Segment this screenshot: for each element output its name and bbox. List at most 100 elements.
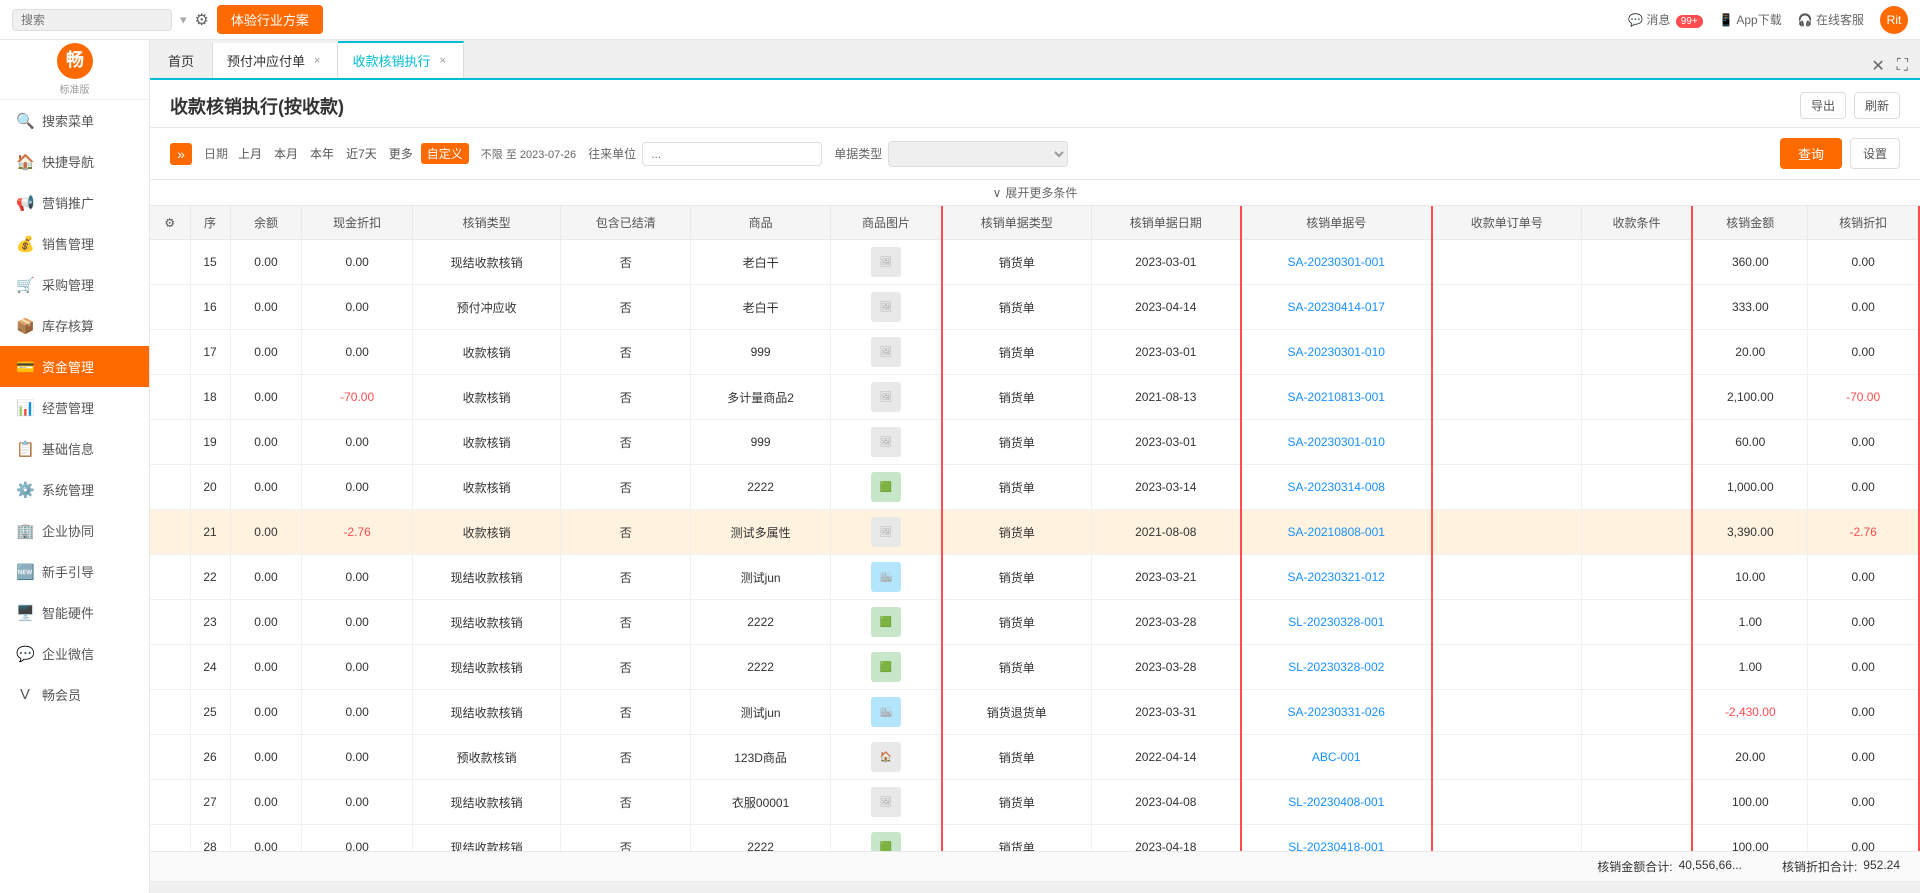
sidebar-item-member[interactable]: V畅会员 xyxy=(0,674,149,715)
bill-no-link[interactable]: SA-20230331-026 xyxy=(1288,705,1385,719)
sidebar-item-hardware[interactable]: 🖥️智能硬件 xyxy=(0,592,149,633)
cell-writeoff-bill-no[interactable]: SA-20230331-026 xyxy=(1241,690,1432,735)
bill-no-link[interactable]: SL-20230408-001 xyxy=(1288,795,1384,809)
date-this-year[interactable]: 本年 xyxy=(306,143,338,164)
cell-writeoff-bill-no[interactable]: SL-20230328-002 xyxy=(1241,645,1432,690)
bill-no-link[interactable]: SA-20230301-010 xyxy=(1288,345,1385,359)
sidebar-item-search[interactable]: 🔍搜索菜单 xyxy=(0,100,149,141)
sidebar-item-marketing[interactable]: 📢营销推广 xyxy=(0,182,149,223)
export-button[interactable]: 导出 xyxy=(1800,92,1846,119)
th-settings[interactable]: ⚙ xyxy=(150,206,190,240)
settings-button[interactable]: 设置 xyxy=(1850,138,1900,169)
voucher-type-select[interactable] xyxy=(888,141,1068,167)
avatar[interactable]: Rit xyxy=(1880,6,1908,34)
sidebar-item-basic[interactable]: 📋基础信息 xyxy=(0,428,149,469)
tab-maximize[interactable]: ⛶ xyxy=(1893,55,1912,77)
counterparty-input[interactable] xyxy=(642,142,822,166)
dropdown-arrow[interactable]: ▾ xyxy=(180,12,187,28)
sidebar-item-management[interactable]: 📊经营管理 xyxy=(0,387,149,428)
table-body: 15 0.00 0.00 现结收款核销 否 老白干 🖼 销货单 2023-03-… xyxy=(150,240,1919,852)
table-container[interactable]: ⚙ 序 余额 现金折扣 核销类型 包含已结清 商品 商品图片 核销单据类型 核销… xyxy=(150,206,1920,851)
date-custom[interactable]: 自定义 xyxy=(421,143,469,164)
cell-receipt-order-no xyxy=(1432,825,1582,852)
cell-writeoff-bill-no[interactable]: SL-20230418-001 xyxy=(1241,825,1432,852)
cell-writeoff-bill-no[interactable]: SL-20230328-001 xyxy=(1241,600,1432,645)
bill-no-link[interactable]: SL-20230328-002 xyxy=(1288,660,1384,674)
tab-write-off-close[interactable]: × xyxy=(436,54,448,68)
bill-no-link[interactable]: SA-20230414-017 xyxy=(1288,300,1385,314)
refresh-button[interactable]: 刷新 xyxy=(1854,92,1900,119)
sidebar-item-finance[interactable]: 💳资金管理 xyxy=(0,346,149,387)
cell-writeoff-bill-no[interactable]: SL-20230408-001 xyxy=(1241,780,1432,825)
expand-more-button[interactable]: ∨ 展开更多条件 xyxy=(993,184,1078,201)
cell-writeoff-discount: 0.00 xyxy=(1808,735,1919,780)
sidebar-item-enterprise[interactable]: 🏢企业协同 xyxy=(0,510,149,551)
th-no: 序 xyxy=(190,206,230,240)
industry-button[interactable]: 体验行业方案 xyxy=(217,5,323,34)
cell-goods-img: 🖼 xyxy=(831,285,942,330)
tab-prepaid[interactable]: 预付冲应付单 × xyxy=(213,43,338,78)
cell-receipt-order-no xyxy=(1432,375,1582,420)
date-7days[interactable]: 近7天 xyxy=(342,143,381,164)
cell-balance: 0.00 xyxy=(230,825,302,852)
cell-receipt-order-no xyxy=(1432,690,1582,735)
cell-writeoff-bill-type: 销货单 xyxy=(942,645,1092,690)
sidebar-item-sales[interactable]: 💰销售管理 xyxy=(0,223,149,264)
app-download[interactable]: 📱 App下载 xyxy=(1719,11,1782,28)
cell-writeoff-bill-no[interactable]: SA-20230314-008 xyxy=(1241,465,1432,510)
cell-writeoff-bill-no[interactable]: SA-20230301-010 xyxy=(1241,330,1432,375)
bill-no-link[interactable]: SA-20230301-010 xyxy=(1288,435,1385,449)
message-icon[interactable]: 💬 消息 99+ xyxy=(1628,11,1703,28)
cell-receipt-order-no xyxy=(1432,555,1582,600)
cell-write-off-type: 现结收款核销 xyxy=(412,645,561,690)
cell-writeoff-bill-no[interactable]: SA-20230414-017 xyxy=(1241,285,1432,330)
sidebar-item-system[interactable]: ⚙️系统管理 xyxy=(0,469,149,510)
cell-write-off-type: 收款核销 xyxy=(412,420,561,465)
cell-cash-discount: 0.00 xyxy=(302,645,412,690)
search-input[interactable] xyxy=(12,9,172,31)
cell-cash-discount: 0.00 xyxy=(302,555,412,600)
top-bar-right: 💬 消息 99+ 📱 App下载 🎧 在线客服 Rit xyxy=(1628,6,1908,34)
cell-receipt-order-no xyxy=(1432,285,1582,330)
tab-write-off[interactable]: 收款核销执行 × xyxy=(338,41,463,78)
bill-no-link[interactable]: ABC-001 xyxy=(1312,750,1361,764)
cell-writeoff-bill-no[interactable]: ABC-001 xyxy=(1241,735,1432,780)
date-last-month[interactable]: 上月 xyxy=(234,143,266,164)
query-button[interactable]: 查询 xyxy=(1780,138,1842,169)
date-more[interactable]: 更多 xyxy=(385,143,417,164)
sidebar-logo: 畅 标准版 xyxy=(0,40,149,100)
sidebar-item-purchase[interactable]: 🛒采购管理 xyxy=(0,264,149,305)
date-label: 日期 xyxy=(204,145,228,162)
gear-icon[interactable]: ⚙ xyxy=(195,10,209,30)
app-logo-icon: 畅 xyxy=(57,43,93,79)
bill-no-link[interactable]: SA-20210808-001 xyxy=(1288,525,1385,539)
table-row: 19 0.00 0.00 收款核销 否 999 🖼 销货单 2023-03-01… xyxy=(150,420,1919,465)
sidebar-item-inventory[interactable]: 📦库存核算 xyxy=(0,305,149,346)
bill-no-link[interactable]: SL-20230418-001 xyxy=(1288,840,1384,851)
cell-writeoff-amount: 1.00 xyxy=(1692,600,1807,645)
cell-writeoff-bill-no[interactable]: SA-20210808-001 xyxy=(1241,510,1432,555)
sidebar-label-basic: 基础信息 xyxy=(42,439,94,458)
tab-close-all[interactable]: ✕ xyxy=(1867,54,1888,78)
bill-no-link[interactable]: SA-20230314-008 xyxy=(1288,480,1385,494)
cell-writeoff-discount: 0.00 xyxy=(1808,240,1919,285)
date-this-month[interactable]: 本月 xyxy=(270,143,302,164)
sidebar-item-wechat[interactable]: 💬企业微信 xyxy=(0,633,149,674)
bill-no-link[interactable]: SA-20210813-001 xyxy=(1288,390,1385,404)
bill-no-link[interactable]: SL-20230328-001 xyxy=(1288,615,1384,629)
cell-writeoff-bill-no[interactable]: SA-20230301-001 xyxy=(1241,240,1432,285)
cell-receipt-order-no xyxy=(1432,510,1582,555)
filter-expand-button[interactable]: » xyxy=(170,143,192,165)
cell-writeoff-bill-no[interactable]: SA-20230301-010 xyxy=(1241,420,1432,465)
online-service[interactable]: 🎧 在线客服 xyxy=(1798,11,1864,28)
enterprise-icon: 🏢 xyxy=(16,522,34,540)
sidebar-item-guide[interactable]: 🆕新手引导 xyxy=(0,551,149,592)
bill-no-link[interactable]: SA-20230301-001 xyxy=(1288,255,1385,269)
horizontal-scrollbar[interactable] xyxy=(150,881,1920,893)
tab-home[interactable]: 首页 xyxy=(150,43,213,78)
tab-prepaid-close[interactable]: × xyxy=(311,54,323,68)
cell-writeoff-bill-no[interactable]: SA-20230321-012 xyxy=(1241,555,1432,600)
cell-writeoff-bill-no[interactable]: SA-20210813-001 xyxy=(1241,375,1432,420)
bill-no-link[interactable]: SA-20230321-012 xyxy=(1288,570,1385,584)
sidebar-item-shortcut[interactable]: 🏠快捷导航 xyxy=(0,141,149,182)
